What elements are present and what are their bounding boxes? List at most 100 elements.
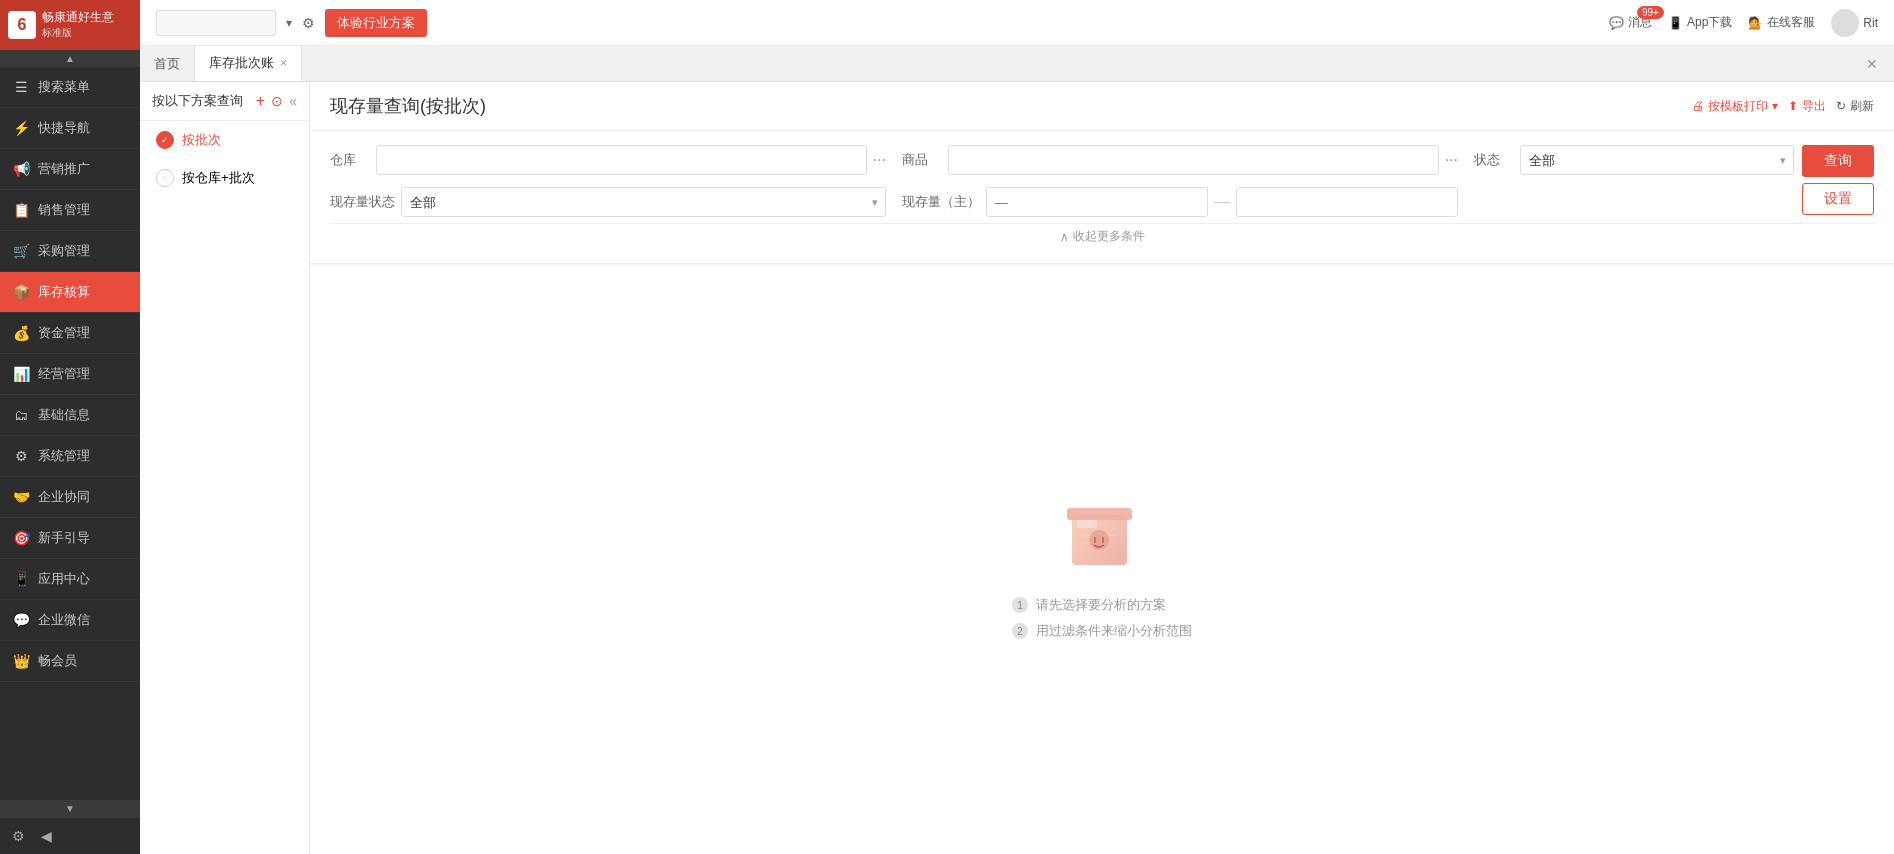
wechat-icon: 💬 <box>12 611 30 629</box>
sidebar-settings-icon[interactable]: ⚙ <box>12 828 25 844</box>
sidebar-item-basic[interactable]: 🗂 基础信息 <box>0 395 140 436</box>
query-btn[interactable]: 查询 <box>1802 145 1874 177</box>
app-download-btn[interactable]: 📱 App下载 <box>1668 14 1732 31</box>
refresh-btn[interactable]: ↻ 刷新 <box>1836 98 1874 115</box>
panel-collapse-icon[interactable]: « <box>289 93 297 109</box>
left-panel-header: 按以下方案查询 + ⊙ « <box>140 82 309 121</box>
topbar-dropdown-btn[interactable]: ▾ <box>286 16 292 30</box>
stock-qty-input-max[interactable] <box>1236 187 1458 217</box>
warehouse-dots-btn[interactable]: ··· <box>873 152 886 168</box>
sidebar-bottom: ⚙ ◀ <box>0 817 140 854</box>
stock-qty-filter: 现存量（主） — <box>902 187 1458 217</box>
goods-dots-btn[interactable]: ··· <box>1445 152 1458 168</box>
sidebar-nav-scroll: ☰ 搜索菜单 ⚡ 快捷导航 📢 营销推广 📋 销售管理 🛒 采购管理 📦 库存核… <box>0 67 140 800</box>
avatar <box>1831 9 1859 37</box>
tip-1-text: 请先选择要分析的方案 <box>1036 596 1166 614</box>
phone-icon: 📱 <box>1668 16 1683 30</box>
user-name: Rit <box>1863 16 1878 30</box>
sidebar-item-enterprise[interactable]: 🤝 企业协同 <box>0 477 140 518</box>
empty-illustration <box>1052 480 1152 580</box>
goods-input[interactable] <box>948 145 1439 175</box>
sidebar-item-app[interactable]: 📱 应用中心 <box>0 559 140 600</box>
sidebar-item-wechat[interactable]: 💬 企业微信 <box>0 600 140 641</box>
topbar-settings-btn[interactable]: ⚙ <box>302 15 315 31</box>
tip-num-2: 2 <box>1012 623 1028 639</box>
sidebar-item-finance[interactable]: 💰 资金管理 <box>0 313 140 354</box>
online-service-btn[interactable]: 💁 在线客服 <box>1748 14 1815 31</box>
topbar-search-input[interactable] <box>156 10 276 36</box>
sidebar-item-member[interactable]: 👑 畅会员 <box>0 641 140 682</box>
tab-close-btn[interactable]: × <box>280 56 287 70</box>
stock-status-filter: 现存量状态 全部 <box>330 187 886 217</box>
svg-rect-2 <box>1077 520 1097 528</box>
filter-row-1: 仓库 ··· 商品 ··· 状态 <box>330 145 1794 175</box>
sidebar-header: 6 畅康通好生意 标准版 <box>0 0 140 50</box>
sidebar-item-sales[interactable]: 📋 销售管理 <box>0 190 140 231</box>
tab-main-close-btn[interactable]: ✕ <box>1866 56 1878 72</box>
sidebar-item-label: 新手引导 <box>38 529 90 547</box>
system-icon: ⚙ <box>12 447 30 465</box>
status-label: 状态 <box>1474 151 1514 169</box>
left-panel-title: 按以下方案查询 <box>152 92 243 110</box>
page-header-actions: 🖨 按模板打印 ▾ ⬆ 导出 ↻ 刷新 <box>1692 98 1874 115</box>
sidebar-item-purchase[interactable]: 🛒 采购管理 <box>0 231 140 272</box>
tip-num-1: 1 <box>1012 597 1028 613</box>
export-icon: ⬆ <box>1788 99 1798 113</box>
scroll-up-btn[interactable]: ▲ <box>0 50 140 67</box>
quick-icon: ⚡ <box>12 119 30 137</box>
sidebar-item-guide[interactable]: 🎯 新手引导 <box>0 518 140 559</box>
filter-actions: 查询 设置 <box>1802 145 1874 215</box>
print-template-btn[interactable]: 🖨 按模板打印 ▾ <box>1692 98 1778 115</box>
filter-row-2: 现存量状态 全部 现存量（主） — <box>330 187 1794 217</box>
sidebar-item-label: 企业微信 <box>38 611 90 629</box>
sidebar-item-marketing[interactable]: 📢 营销推广 <box>0 149 140 190</box>
settings-config-btn[interactable]: 设置 <box>1802 183 1874 215</box>
print-dropdown-icon[interactable]: ▾ <box>1772 99 1778 113</box>
scroll-down-btn[interactable]: ▼ <box>0 800 140 817</box>
tab-inventory-batch[interactable]: 库存批次账 × <box>195 46 302 81</box>
topbar-right: 💬 消息 99+ 📱 App下载 💁 在线客服 Rit <box>1609 9 1878 37</box>
trial-industry-btn[interactable]: 体验行业方案 <box>325 9 427 37</box>
sidebar-search-label: 搜索菜单 <box>38 78 90 96</box>
page-title: 现存量查询(按批次) <box>330 94 486 118</box>
add-scheme-icon[interactable]: + <box>256 92 265 110</box>
sidebar-item-label: 应用中心 <box>38 570 90 588</box>
status-select[interactable]: 全部 正常 已过期 <box>1520 145 1794 175</box>
sidebar-item-label: 快捷导航 <box>38 119 90 137</box>
scheme-item-batch[interactable]: ✓ 按批次 <box>140 121 309 159</box>
guide-icon: 🎯 <box>12 529 30 547</box>
sidebar-item-quick[interactable]: ⚡ 快捷导航 <box>0 108 140 149</box>
topbar: ▾ ⚙ 体验行业方案 💬 消息 99+ 📱 App下载 💁 在线客服 Rit <box>140 0 1894 46</box>
page-content: 按以下方案查询 + ⊙ « ✓ 按批次 ○ 按仓库+批次 现存量查询(按批次) <box>140 82 1894 854</box>
online-service-label: 在线客服 <box>1767 14 1815 31</box>
stock-qty-input[interactable] <box>986 187 1208 217</box>
app-name: 畅康通好生意 <box>42 10 114 26</box>
main-area: ▾ ⚙ 体验行业方案 💬 消息 99+ 📱 App下载 💁 在线客服 Rit <box>140 0 1894 854</box>
sidebar-item-label: 库存核算 <box>38 283 90 301</box>
sidebar-collapse-icon[interactable]: ◀ <box>41 828 52 844</box>
tab-home[interactable]: 首页 <box>140 46 195 81</box>
finance-icon: 💰 <box>12 324 30 342</box>
empty-state: 1 请先选择要分析的方案 2 用过滤条件来缩小分析范围 <box>310 266 1894 854</box>
left-panel: 按以下方案查询 + ⊙ « ✓ 按批次 ○ 按仓库+批次 <box>140 82 310 854</box>
scheme-item-warehouse-batch[interactable]: ○ 按仓库+批次 <box>140 159 309 197</box>
sidebar-item-system[interactable]: ⚙ 系统管理 <box>0 436 140 477</box>
app-version: 标准版 <box>42 26 114 40</box>
sidebar-item-inventory[interactable]: 📦 库存核算 <box>0 272 140 313</box>
collapse-conditions-btn[interactable]: ∧ 收起更多条件 <box>330 223 1874 249</box>
scheme-settings-icon[interactable]: ⊙ <box>271 93 283 109</box>
sales-icon: 📋 <box>12 201 30 219</box>
messages-btn[interactable]: 💬 消息 99+ <box>1609 14 1652 31</box>
stock-status-select[interactable]: 全部 <box>401 187 886 217</box>
sidebar-item-search[interactable]: ☰ 搜索菜单 <box>0 67 140 108</box>
stock-status-label: 现存量状态 <box>330 193 395 211</box>
marketing-icon: 📢 <box>12 160 30 178</box>
warehouse-label: 仓库 <box>330 151 370 169</box>
inventory-icon: 📦 <box>12 283 30 301</box>
user-avatar-area[interactable]: Rit <box>1831 9 1878 37</box>
scheme-icon-batch: ✓ <box>156 131 174 149</box>
search-menu-icon: ☰ <box>12 78 30 96</box>
sidebar-item-operations[interactable]: 📊 经营管理 <box>0 354 140 395</box>
warehouse-input[interactable] <box>376 145 867 175</box>
export-btn[interactable]: ⬆ 导出 <box>1788 98 1826 115</box>
